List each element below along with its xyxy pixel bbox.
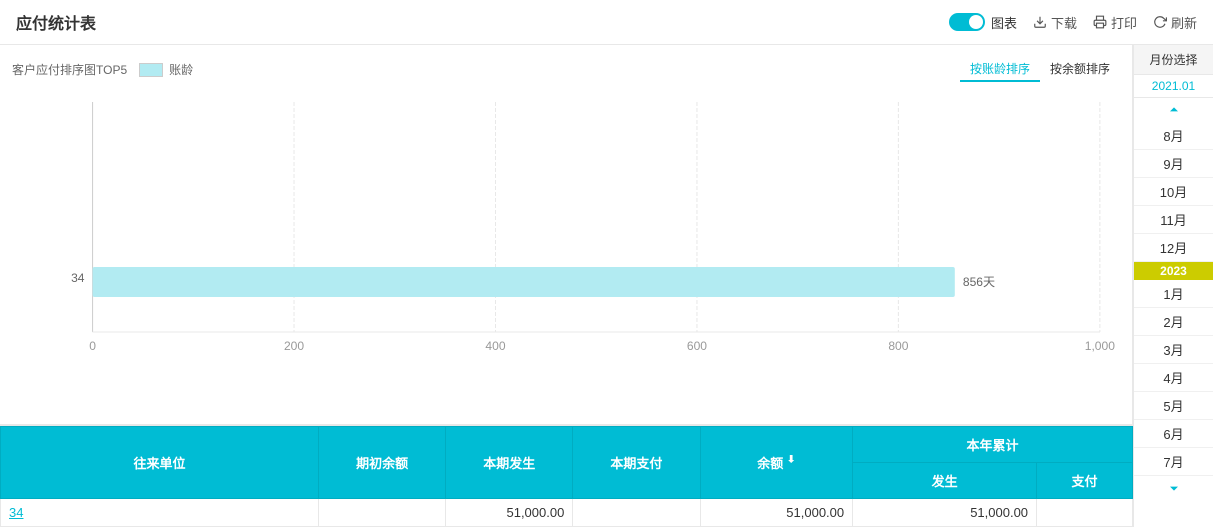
sidebar-month-6[interactable]: 6月 — [1134, 420, 1213, 448]
cell-source: 34 — [1, 499, 319, 527]
cell-balance: 51,000.00 — [700, 499, 853, 527]
th-ytd-occur: 发生 — [853, 463, 1037, 499]
refresh-button[interactable]: 刷新 — [1153, 13, 1197, 32]
legend-box-label: 账龄 — [169, 61, 193, 78]
sidebar-month-10[interactable]: 10月 — [1134, 178, 1213, 206]
svg-text:200: 200 — [284, 339, 304, 353]
sidebar-month-1[interactable]: 1月 — [1134, 280, 1213, 308]
sort-tabs: 按账龄排序 按余额排序 — [960, 57, 1120, 82]
th-opening: 期初余额 — [318, 427, 445, 499]
chart-section: 客户应付排序图TOP5 账龄 按账龄排序 按余额排序 — [0, 45, 1133, 424]
svg-text:0: 0 — [89, 339, 96, 353]
content-area: 客户应付排序图TOP5 账龄 按账龄排序 按余额排序 — [0, 45, 1133, 527]
sidebar-header: 月份选择 — [1134, 45, 1213, 75]
chart-container: 0 200 400 600 800 1,000 34 856天 — [12, 92, 1120, 372]
print-button[interactable]: 打印 — [1093, 13, 1137, 32]
th-ytd-pay: 支付 — [1037, 463, 1133, 499]
sidebar-month-12[interactable]: 12月 — [1134, 234, 1213, 262]
th-current-pay: 本期支付 — [573, 427, 700, 499]
sidebar-months: 8月 9月 10月 11月 12月 2023 1月 2月 3月 4月 5月 6月… — [1134, 122, 1213, 476]
svg-text:1,000: 1,000 — [1085, 339, 1116, 353]
main-area: 客户应付排序图TOP5 账龄 按账龄排序 按余额排序 — [0, 45, 1213, 527]
sidebar-month-7[interactable]: 7月 — [1134, 448, 1213, 476]
cell-ytd-pay — [1037, 499, 1133, 527]
cell-current-occur: 51,000.00 — [446, 499, 573, 527]
sidebar-month-4[interactable]: 4月 — [1134, 364, 1213, 392]
source-link[interactable]: 34 — [9, 505, 23, 520]
chart-svg: 0 200 400 600 800 1,000 34 856天 — [12, 92, 1120, 372]
table-section: 往来单位 期初余额 本期发生 本期支付 余额 ⬇ 本年累计 发生 — [0, 424, 1133, 527]
svg-text:600: 600 — [687, 339, 707, 353]
sort-tab-balance[interactable]: 按余额排序 — [1040, 57, 1120, 82]
toggle-switch[interactable] — [949, 13, 985, 31]
table-row: 34 51,000.00 51,000.00 51,000.00 — [1, 499, 1133, 527]
bar-34 — [93, 267, 955, 297]
th-balance: 余额 ⬇ — [700, 427, 853, 499]
sidebar-month-8[interactable]: 8月 — [1134, 122, 1213, 150]
sidebar-month-3[interactable]: 3月 — [1134, 336, 1213, 364]
sidebar: 月份选择 2021.01 8月 9月 10月 11月 12月 2023 1月 2… — [1133, 45, 1213, 527]
print-label: 打印 — [1111, 13, 1137, 32]
legend-text: 客户应付排序图TOP5 — [12, 61, 127, 78]
cell-current-pay — [573, 499, 700, 527]
header-actions: 图表 下载 打印 刷新 — [949, 13, 1197, 32]
page: 应付统计表 图表 下载 打印 刷新 — [0, 0, 1213, 527]
th-current-occur: 本期发生 — [446, 427, 573, 499]
year-marker: 2023 — [1134, 262, 1213, 280]
download-button[interactable]: 下载 — [1033, 13, 1077, 32]
svg-text:856天: 856天 — [963, 275, 995, 289]
download-label: 下载 — [1051, 13, 1077, 32]
chart-toggle[interactable]: 图表 — [949, 13, 1017, 32]
sidebar-month-5[interactable]: 5月 — [1134, 392, 1213, 420]
refresh-label: 刷新 — [1171, 13, 1197, 32]
legend-row: 客户应付排序图TOP5 账龄 按账龄排序 按余额排序 — [12, 57, 1120, 82]
sidebar-down-button[interactable] — [1134, 476, 1213, 500]
toggle-label: 图表 — [991, 13, 1017, 32]
sidebar-month-11[interactable]: 11月 — [1134, 206, 1213, 234]
header: 应付统计表 图表 下载 打印 刷新 — [0, 0, 1213, 45]
cell-opening — [318, 499, 445, 527]
sidebar-current-date: 2021.01 — [1134, 75, 1213, 98]
svg-text:800: 800 — [888, 339, 908, 353]
cell-ytd-occur: 51,000.00 — [853, 499, 1037, 527]
th-source: 往来单位 — [1, 427, 319, 499]
sidebar-month-9[interactable]: 9月 — [1134, 150, 1213, 178]
svg-text:34: 34 — [71, 271, 85, 285]
sidebar-up-button[interactable] — [1134, 98, 1213, 122]
legend-item-age: 账龄 — [139, 61, 193, 78]
svg-text:400: 400 — [485, 339, 505, 353]
th-ytd: 本年累计 — [853, 427, 1133, 463]
legend-box — [139, 63, 163, 77]
sidebar-month-2[interactable]: 2月 — [1134, 308, 1213, 336]
data-table: 往来单位 期初余额 本期发生 本期支付 余额 ⬇ 本年累计 发生 — [0, 426, 1133, 527]
page-title: 应付统计表 — [16, 10, 96, 34]
sort-tab-age[interactable]: 按账龄排序 — [960, 57, 1040, 82]
